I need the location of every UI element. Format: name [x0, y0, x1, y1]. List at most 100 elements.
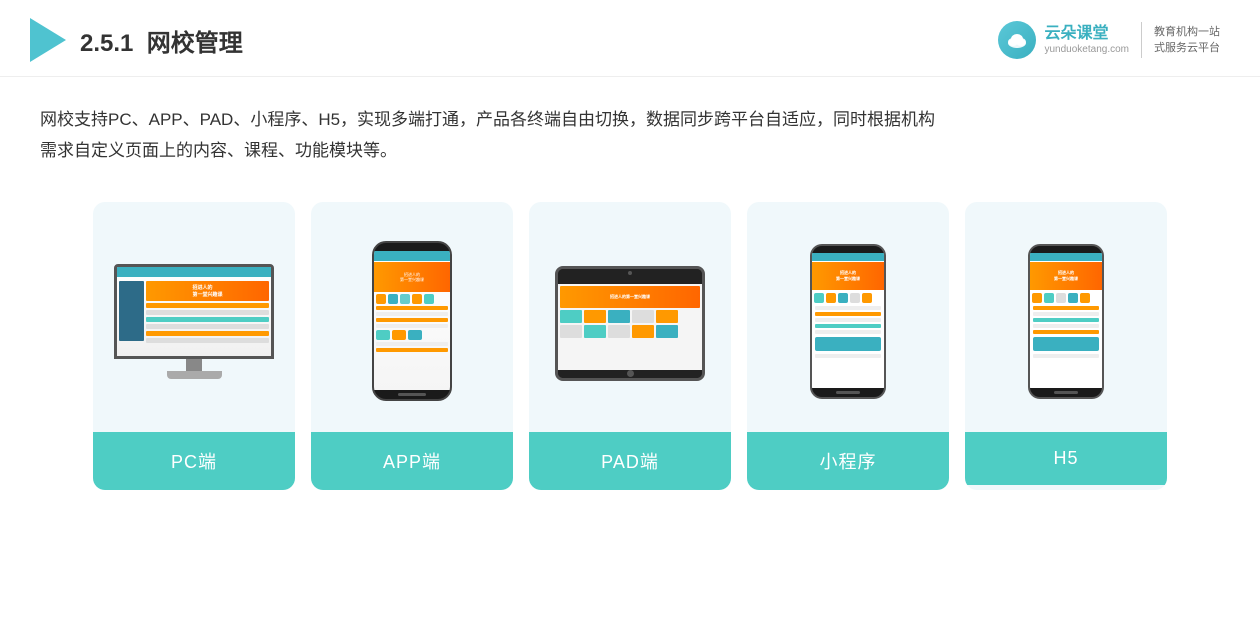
phone-list-row: [376, 318, 448, 322]
tagline-line1: 教育机构一站: [1154, 24, 1220, 41]
page-wrapper: 2.5.1 网校管理 云朵课堂 yunduoketang.com: [0, 0, 1260, 630]
card-label-pad: PAD端: [529, 432, 731, 490]
tablet-grid-row2: [560, 325, 700, 338]
tablet-cell: [584, 325, 606, 338]
card-image-h5: 招进人的第一堂兴趣课: [965, 202, 1167, 432]
header: 2.5.1 网校管理 云朵课堂 yunduoketang.com: [0, 0, 1260, 77]
brand-icon: [998, 21, 1036, 59]
icon-dot: [412, 294, 422, 304]
mini-row: [815, 312, 881, 316]
tablet-screen-area: 招进人的第一堂兴趣课: [558, 277, 702, 370]
description-line2: 需求自定义页面上的内容、课程、功能模块等。: [40, 136, 1220, 167]
h5-row: [1033, 354, 1099, 358]
brand-divider: [1141, 22, 1142, 58]
icon-dot: [424, 294, 434, 304]
screen-row-4: [146, 324, 269, 329]
tablet-camera: [628, 271, 632, 275]
mini-row: [815, 330, 881, 334]
phone-device: 招进人的第一堂兴趣课: [372, 241, 452, 401]
phone-list-row: [376, 324, 448, 328]
icon-dot: [1068, 293, 1078, 303]
mini-phone-home-1: [836, 391, 860, 394]
h5-btn: [1033, 337, 1099, 351]
card-label-pc: PC端: [93, 432, 295, 490]
icon-dot-wide: [408, 330, 422, 340]
phone-list-row: [376, 348, 448, 352]
h5-row: [1033, 318, 1099, 322]
tablet-cell: [656, 310, 678, 323]
brand-name: 云朵课堂: [1044, 24, 1129, 43]
mini-phone-notch-2: [1055, 248, 1077, 253]
phone-notch: [400, 245, 424, 250]
icon-dot: [388, 294, 398, 304]
monitor-screen-inner: 招进人的第一堂兴趣课: [117, 267, 271, 356]
header-left: 2.5.1 网校管理: [30, 18, 243, 62]
tagline-line2: 式服务云平台: [1154, 40, 1220, 57]
screen-row-5: [146, 331, 269, 336]
tablet-banner: 招进人的第一堂兴趣课: [560, 286, 700, 308]
tablet-banner-text: 招进人的第一堂兴趣课: [610, 294, 650, 300]
screen-bar: [117, 267, 271, 277]
icon-dot: [850, 293, 860, 303]
tablet-cell: [608, 325, 630, 338]
icon-dot: [1032, 293, 1042, 303]
icon-dot-wide: [392, 330, 406, 340]
mini-top-bar: [812, 253, 884, 261]
tablet-nav-bar: [558, 277, 702, 284]
h5-row: [1033, 306, 1099, 310]
tablet-cell: [560, 325, 582, 338]
phone-home-bar: [398, 393, 426, 396]
h5-row: [1033, 324, 1099, 328]
page-title: 2.5.1 网校管理: [80, 23, 243, 58]
phone-banner: 招进人的第一堂兴趣课: [374, 262, 450, 292]
screen-row-3: [146, 317, 269, 322]
screen-sidebar: [119, 281, 144, 341]
h5-row: [1033, 312, 1099, 316]
mini-icon-row: [812, 291, 884, 305]
h5-icon-row: [1030, 291, 1102, 305]
h5-row: [1033, 330, 1099, 334]
phone-list-row: [376, 342, 448, 346]
monitor-base: [167, 371, 222, 379]
section-number: 2.5.1: [80, 30, 133, 57]
card-h5: 招进人的第一堂兴趣课: [965, 202, 1167, 490]
tablet-device: 招进人的第一堂兴趣课: [555, 266, 705, 381]
card-image-pc: 招进人的第一堂兴趣课: [93, 202, 295, 432]
card-mini-program: 招进人的第一堂兴趣课: [747, 202, 949, 490]
card-image-pad: 招进人的第一堂兴趣课: [529, 202, 731, 432]
tablet-grid-row1: [560, 310, 700, 323]
screen-row-2: [146, 310, 269, 315]
title-text: 网校管理: [147, 30, 243, 57]
monitor-screen: 招进人的第一堂兴趣课: [114, 264, 274, 359]
monitor-neck: [186, 359, 202, 371]
mini-btn: [815, 337, 881, 351]
brand-text: 云朵课堂 yunduoketang.com: [1044, 24, 1129, 55]
mini-phone-device-1: 招进人的第一堂兴趣课: [810, 244, 886, 399]
mini-phone-outer-2: 招进人的第一堂兴趣课: [1028, 244, 1104, 399]
tablet-bottom-bar: [558, 370, 702, 378]
logo-triangle-icon: [30, 18, 66, 62]
icon-dot: [1044, 293, 1054, 303]
phone-screen-content: 招进人的第一堂兴趣课: [374, 251, 450, 390]
tablet-cell: [632, 325, 654, 338]
mini-banner: 招进人的第一堂兴趣课: [812, 262, 884, 290]
icon-dot: [838, 293, 848, 303]
card-pad: 招进人的第一堂兴趣课: [529, 202, 731, 490]
phone-banner-text: 招进人的第一堂兴趣课: [400, 272, 424, 282]
header-right: 云朵课堂 yunduoketang.com 教育机构一站 式服务云平台: [998, 21, 1220, 59]
mini-row: [815, 354, 881, 358]
tablet-cell: [584, 310, 606, 323]
icon-dot: [862, 293, 872, 303]
icon-dot: [1056, 293, 1066, 303]
screen-banner: 招进人的第一堂兴趣课: [146, 281, 269, 301]
h5-banner-text: 招进人的第一堂兴趣课: [1054, 270, 1078, 282]
mini-phone-screen-2: 招进人的第一堂兴趣课: [1030, 253, 1102, 388]
brand-url: yunduoketang.com: [1044, 44, 1129, 56]
icon-dot: [376, 294, 386, 304]
tablet-cell: [656, 325, 678, 338]
mini-phone-outer-1: 招进人的第一堂兴趣课: [810, 244, 886, 399]
description-text: 网校支持PC、APP、PAD、小程序、H5，实现多端打通，产品各终端自由切换，数…: [0, 77, 1260, 182]
description-line1: 网校支持PC、APP、PAD、小程序、H5，实现多端打通，产品各终端自由切换，数…: [40, 105, 1220, 136]
phone-outer: 招进人的第一堂兴趣课: [372, 241, 452, 401]
icon-dot: [826, 293, 836, 303]
